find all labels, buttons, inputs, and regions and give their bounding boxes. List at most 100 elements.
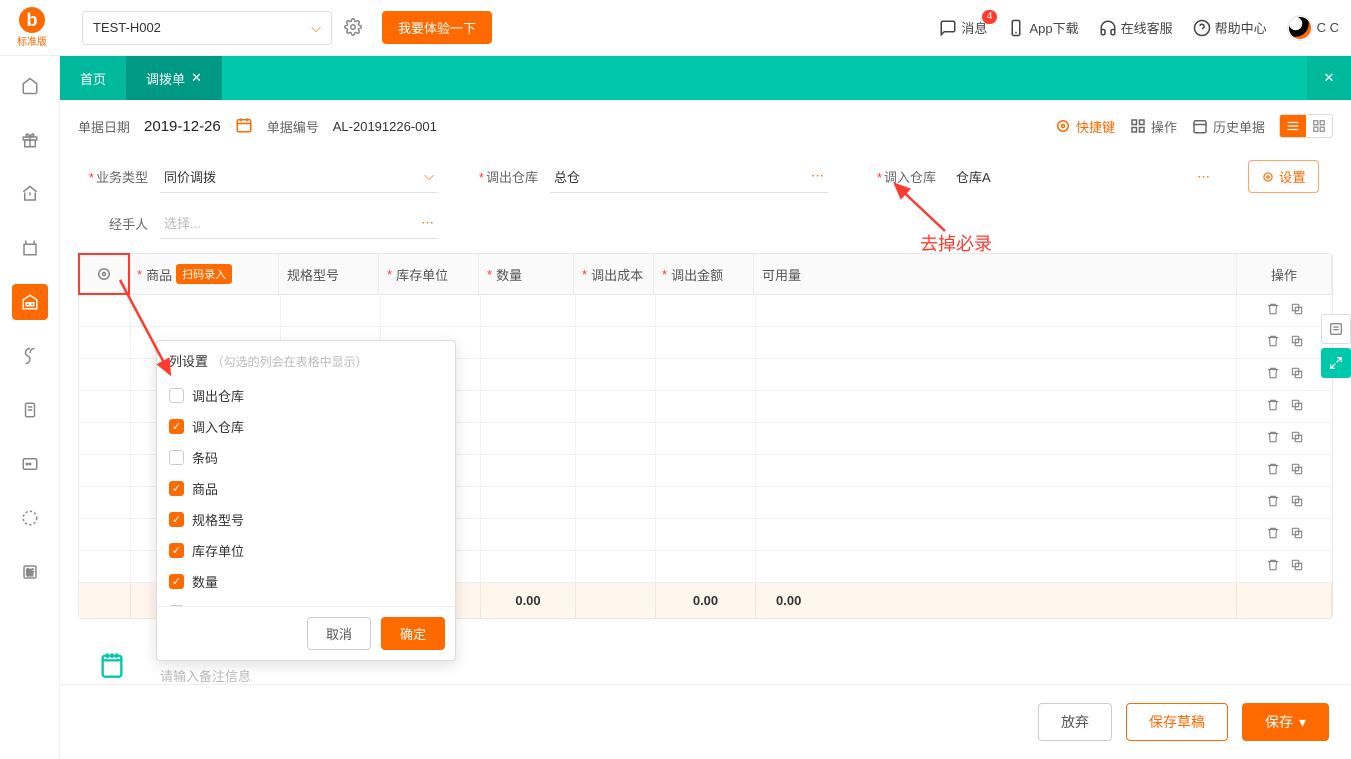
history-link[interactable]: 历史单据 bbox=[1191, 117, 1265, 136]
biz-type-input[interactable]: 同价调拨 ⌵ bbox=[160, 161, 438, 193]
checkbox-icon[interactable]: ✓ bbox=[169, 419, 184, 434]
operation-link[interactable]: 操作 bbox=[1129, 117, 1177, 136]
view-list-icon[interactable] bbox=[1280, 115, 1306, 137]
sidebar-item-home[interactable] bbox=[12, 68, 48, 104]
out-wh-input[interactable]: 总仓 ⋯ bbox=[550, 161, 828, 193]
copy-icon[interactable] bbox=[1290, 558, 1304, 575]
delete-icon[interactable] bbox=[1266, 334, 1280, 351]
delete-icon[interactable] bbox=[1266, 462, 1280, 479]
sidebar-item-data[interactable] bbox=[12, 446, 48, 482]
col-settings-item[interactable]: 条码 bbox=[169, 442, 443, 473]
col-settings-item[interactable]: ✓数量 bbox=[169, 566, 443, 597]
message-badge: 4 bbox=[982, 10, 998, 24]
copy-icon[interactable] bbox=[1290, 430, 1304, 447]
cta-button[interactable]: 我要体验一下 bbox=[382, 11, 492, 44]
more-icon: ⋯ bbox=[811, 168, 824, 184]
col-settings-item[interactable]: 单位2 bbox=[169, 597, 443, 606]
sidebar-item-purchase[interactable] bbox=[12, 176, 48, 212]
sidebar-item-loading[interactable] bbox=[12, 500, 48, 536]
help-center-link[interactable]: 帮助中心 bbox=[1193, 18, 1267, 37]
remark-input[interactable]: 请输入备注信息 bbox=[160, 666, 1323, 684]
sidebar-item-sales[interactable] bbox=[12, 230, 48, 266]
checkbox-icon[interactable] bbox=[169, 388, 184, 403]
delete-icon[interactable] bbox=[1266, 558, 1280, 575]
side-float-toolbar bbox=[1321, 314, 1351, 378]
col-settings-item[interactable]: 调出仓库 bbox=[169, 380, 443, 411]
col-settings-item[interactable]: ✓规格型号 bbox=[169, 504, 443, 535]
column-settings-button[interactable] bbox=[78, 253, 130, 295]
confirm-button[interactable]: 确定 bbox=[381, 617, 445, 650]
handler-label: 经手人 bbox=[78, 214, 148, 233]
note-icon bbox=[98, 651, 126, 679]
gear-icon bbox=[95, 265, 113, 283]
in-wh-value: 仓库A bbox=[956, 167, 991, 186]
delete-icon[interactable] bbox=[1266, 302, 1280, 319]
view-grid-icon[interactable] bbox=[1306, 115, 1332, 137]
sidebar-item-gift[interactable] bbox=[12, 122, 48, 158]
th-unit: 库存单位 bbox=[379, 254, 479, 294]
app-download-link[interactable]: App下载 bbox=[1007, 18, 1078, 37]
doc-date-value[interactable]: 2019-12-26 bbox=[144, 118, 221, 135]
sidebar-item-new[interactable]: 新 bbox=[12, 554, 48, 590]
checkbox-icon[interactable]: ✓ bbox=[169, 543, 184, 558]
th-spec: 规格型号 bbox=[279, 254, 379, 294]
row-ops bbox=[1237, 423, 1332, 454]
sidebar-item-warehouse[interactable] bbox=[12, 284, 48, 320]
copy-icon[interactable] bbox=[1290, 398, 1304, 415]
delete-icon[interactable] bbox=[1266, 430, 1280, 447]
user-menu[interactable]: C C bbox=[1287, 15, 1339, 41]
checkbox-icon[interactable]: ✓ bbox=[169, 512, 184, 527]
logo-icon: b bbox=[19, 7, 45, 33]
th-out-cost: 调出成本 bbox=[574, 254, 654, 294]
close-icon[interactable]: ✕ bbox=[191, 70, 202, 86]
settings-button[interactable]: 设置 bbox=[1248, 160, 1319, 193]
delete-icon[interactable] bbox=[1266, 494, 1280, 511]
detail-icon[interactable] bbox=[1321, 314, 1351, 344]
table-header: 商品 扫码录入 规格型号 库存单位 数量 调出成本 调出金额 可用量 操作 bbox=[79, 254, 1332, 295]
delete-icon[interactable] bbox=[1266, 398, 1280, 415]
col-item-label: 库存单位 bbox=[192, 541, 244, 560]
gear-icon bbox=[1261, 170, 1275, 184]
delete-icon[interactable] bbox=[1266, 366, 1280, 383]
shortcut-link[interactable]: 快捷键 bbox=[1054, 117, 1115, 136]
svg-text:新: 新 bbox=[26, 567, 34, 577]
copy-icon[interactable] bbox=[1290, 334, 1304, 351]
total-qty: 0.00 bbox=[481, 583, 576, 618]
save-button[interactable]: 保存 ▾ bbox=[1242, 703, 1329, 741]
row-ops bbox=[1237, 455, 1332, 486]
delete-icon[interactable] bbox=[1266, 526, 1280, 543]
copy-icon[interactable] bbox=[1290, 462, 1304, 479]
org-selector[interactable]: TEST-H002 ⌵ bbox=[82, 11, 332, 45]
scan-badge[interactable]: 扫码录入 bbox=[176, 264, 232, 284]
checkbox-icon[interactable] bbox=[169, 605, 184, 606]
tab-home[interactable]: 首页 bbox=[60, 56, 126, 100]
sidebar-item-report[interactable] bbox=[12, 392, 48, 428]
col-settings-item[interactable]: ✓商品 bbox=[169, 473, 443, 504]
checkbox-icon[interactable]: ✓ bbox=[169, 481, 184, 496]
expand-icon[interactable] bbox=[1321, 348, 1351, 378]
tab-transfer[interactable]: 调拨单 ✕ bbox=[126, 56, 222, 100]
copy-icon[interactable] bbox=[1290, 494, 1304, 511]
online-service-label: 在线客服 bbox=[1121, 18, 1173, 37]
handler-input[interactable]: 选择... ⋯ bbox=[160, 207, 438, 239]
checkbox-icon[interactable] bbox=[169, 450, 184, 465]
discard-button[interactable]: 放弃 bbox=[1038, 703, 1112, 741]
copy-icon[interactable] bbox=[1290, 526, 1304, 543]
table-row[interactable] bbox=[79, 295, 1332, 327]
save-label: 保存 bbox=[1265, 712, 1293, 732]
copy-icon[interactable] bbox=[1290, 366, 1304, 383]
gear-icon[interactable] bbox=[344, 18, 364, 38]
checkbox-icon[interactable]: ✓ bbox=[169, 574, 184, 589]
in-wh-input[interactable]: 仓库A ⋯ bbox=[948, 161, 1218, 192]
sidebar-item-finance[interactable] bbox=[12, 338, 48, 374]
close-all-icon[interactable]: ✕ bbox=[1307, 56, 1351, 100]
calendar-icon[interactable] bbox=[235, 116, 253, 137]
copy-icon[interactable] bbox=[1290, 302, 1304, 319]
header-right: 消息 4 App下载 在线客服 帮助中心 C C bbox=[939, 15, 1339, 41]
col-settings-item[interactable]: ✓调入仓库 bbox=[169, 411, 443, 442]
save-draft-button[interactable]: 保存草稿 bbox=[1126, 703, 1228, 741]
messages-link[interactable]: 消息 4 bbox=[939, 18, 987, 37]
col-settings-item[interactable]: ✓ 库存单位 bbox=[169, 535, 443, 566]
cancel-button[interactable]: 取消 bbox=[307, 617, 371, 650]
online-service-link[interactable]: 在线客服 bbox=[1099, 18, 1173, 37]
